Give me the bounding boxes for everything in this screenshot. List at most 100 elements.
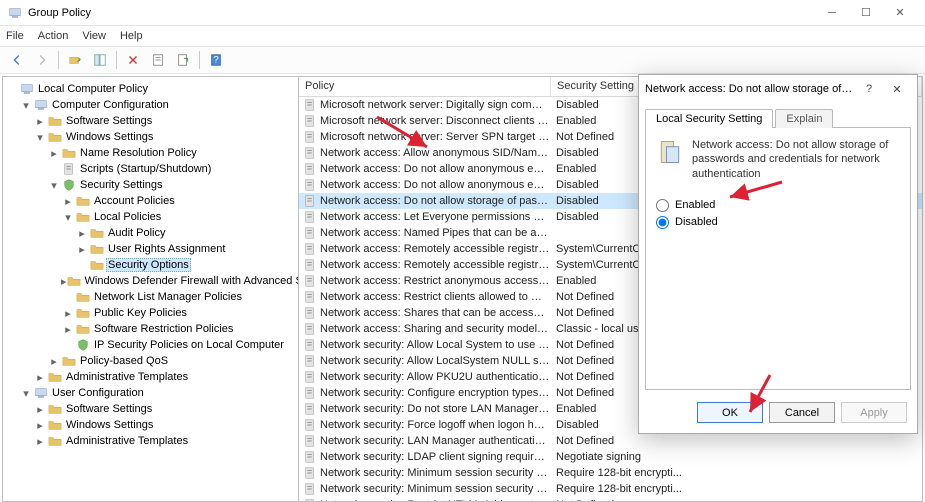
up-button[interactable] — [64, 49, 86, 71]
tree-node[interactable]: ▾Security Settings — [5, 177, 296, 193]
tree-node[interactable]: ▸Public Key Policies — [5, 305, 296, 321]
expand-icon[interactable]: ▸ — [33, 403, 47, 416]
tree-node[interactable]: ▾User Configuration — [5, 385, 296, 401]
forward-button[interactable] — [31, 49, 53, 71]
app-icon — [8, 6, 22, 20]
folder-icon — [47, 130, 62, 145]
tree-node[interactable]: ▸Policy-based QoS — [5, 353, 296, 369]
policy-icon — [303, 322, 318, 336]
tree-node[interactable]: ▸User Rights Assignment — [5, 241, 296, 257]
policy-row[interactable]: Network security: Minimum session securi… — [299, 465, 922, 481]
shield-icon — [61, 178, 76, 193]
close-button[interactable]: ✕ — [883, 2, 917, 24]
expand-icon[interactable]: ▾ — [33, 131, 47, 144]
tree-node[interactable]: ▸Software Restriction Policies — [5, 321, 296, 337]
expand-icon[interactable]: ▸ — [61, 195, 75, 208]
menu-file[interactable]: File — [6, 30, 24, 42]
export-list-button[interactable] — [172, 49, 194, 71]
svg-text:?: ? — [213, 55, 218, 66]
tree-node[interactable]: ▾Local Policies — [5, 209, 296, 225]
menubar: File Action View Help — [0, 26, 925, 46]
minimize-button[interactable]: ─ — [815, 2, 849, 24]
expand-icon[interactable]: ▸ — [75, 227, 89, 240]
titlebar: Group Policy ─ ☐ ✕ — [0, 0, 925, 26]
console-tree[interactable]: Local Computer Policy▾Computer Configura… — [3, 77, 299, 501]
expand-icon[interactable]: ▸ — [61, 323, 75, 336]
tree-node[interactable]: IP Security Policies on Local Computer — [5, 337, 296, 353]
apply-button[interactable]: Apply — [841, 402, 907, 423]
expand-icon[interactable]: ▸ — [33, 371, 47, 384]
properties-button[interactable] — [147, 49, 169, 71]
policy-icon — [303, 482, 318, 496]
expand-icon[interactable]: ▸ — [33, 115, 47, 128]
dialog-close-button[interactable]: ✕ — [883, 83, 911, 96]
show-hide-tree-button[interactable] — [89, 49, 111, 71]
policy-icon — [303, 258, 318, 272]
expand-icon[interactable]: ▾ — [19, 387, 33, 400]
tab-local-security-setting[interactable]: Local Security Setting — [645, 109, 773, 128]
expand-icon[interactable]: ▸ — [33, 419, 47, 432]
policy-row[interactable]: Network security: Minimum session securi… — [299, 481, 922, 497]
menu-help[interactable]: Help — [120, 30, 143, 42]
tree-node-label: Scripts (Startup/Shutdown) — [78, 163, 213, 175]
expand-icon[interactable]: ▸ — [61, 307, 75, 320]
policy-row[interactable]: Network security: Restrict NTLM: Add rem… — [299, 497, 922, 501]
radio-enabled[interactable]: Enabled — [656, 199, 900, 212]
cancel-button[interactable]: Cancel — [769, 402, 835, 423]
policy-name: Network access: Restrict anonymous acces… — [320, 275, 550, 287]
policy-name: Network access: Do not allow anonymous e… — [320, 163, 550, 175]
policy-name: Network security: LDAP client signing re… — [320, 451, 550, 463]
policy-name: Network access: Sharing and security mod… — [320, 323, 550, 335]
back-button[interactable] — [6, 49, 28, 71]
expand-icon[interactable]: ▾ — [19, 99, 33, 112]
tree-node[interactable]: ▸Software Settings — [5, 401, 296, 417]
tree-node[interactable]: ▸ Windows Settings — [5, 417, 296, 433]
tree-node[interactable]: ▾Computer Configuration — [5, 97, 296, 113]
tree-node[interactable]: ▸Name Resolution Policy — [5, 145, 296, 161]
tree-node[interactable]: ▾Windows Settings — [5, 129, 296, 145]
tree-node-label: Administrative Templates — [64, 435, 190, 447]
dialog-buttons: OK Cancel Apply — [639, 396, 917, 433]
policy-name: Network access: Do not allow storage of … — [320, 195, 550, 207]
expand-icon[interactable]: ▸ — [33, 435, 47, 448]
col-policy[interactable]: Policy — [299, 77, 551, 96]
tab-explain[interactable]: Explain — [775, 109, 833, 128]
folder-icon — [47, 114, 62, 129]
help-button[interactable]: ? — [205, 49, 227, 71]
tree-node[interactable]: ▸ Administrative Templates — [5, 369, 296, 385]
tree-node[interactable]: ▸Software Settings — [5, 113, 296, 129]
menu-action[interactable]: Action — [38, 30, 69, 42]
tree-node[interactable]: Scripts (Startup/Shutdown) — [5, 161, 296, 177]
tree-node[interactable]: ▸Audit Policy — [5, 225, 296, 241]
policy-name: Network security: Configure encryption t… — [320, 387, 550, 399]
policy-name: Network access: Remotely accessible regi… — [320, 259, 550, 271]
expand-icon[interactable]: ▾ — [61, 211, 75, 224]
expand-icon[interactable]: ▸ — [75, 243, 89, 256]
expand-icon[interactable]: ▸ — [47, 355, 61, 368]
maximize-button[interactable]: ☐ — [849, 2, 883, 24]
policy-name: Network security: Allow Local System to … — [320, 339, 550, 351]
ok-button[interactable]: OK — [697, 402, 763, 423]
expand-icon[interactable]: ▾ — [47, 179, 61, 192]
tree-node[interactable]: Local Computer Policy — [5, 81, 296, 97]
tree-node[interactable]: ▸ Administrative Templates — [5, 433, 296, 449]
policy-row[interactable]: Network security: LDAP client signing re… — [299, 449, 922, 465]
tree-node-label: Administrative Templates — [64, 371, 190, 383]
tree-node[interactable]: Network List Manager Policies — [5, 289, 296, 305]
tree-node-label: Windows Settings — [64, 419, 155, 431]
menu-view[interactable]: View — [82, 30, 106, 42]
policy-row[interactable]: Network security: LAN Manager authentica… — [299, 433, 922, 449]
tree-node[interactable]: Security Options — [5, 257, 296, 273]
expand-icon[interactable]: ▸ — [47, 147, 61, 160]
policy-name: Network security: Allow PKU2U authentica… — [320, 371, 550, 383]
tree-node[interactable]: ▸Windows Defender Firewall with Advanced… — [5, 273, 296, 289]
tree-node[interactable]: ▸Account Policies — [5, 193, 296, 209]
policy-name: Microsoft network server: Digitally sign… — [320, 99, 550, 111]
delete-button[interactable] — [122, 49, 144, 71]
dialog-tabs: Local Security Setting Explain — [639, 103, 917, 127]
dialog-help-button[interactable]: ? — [855, 83, 883, 95]
policy-name: Network security: Allow LocalSystem NULL… — [320, 355, 550, 367]
folder-icon — [75, 194, 90, 209]
tree-node-label: Network List Manager Policies — [92, 291, 244, 303]
radio-disabled[interactable]: Disabled — [656, 216, 900, 229]
